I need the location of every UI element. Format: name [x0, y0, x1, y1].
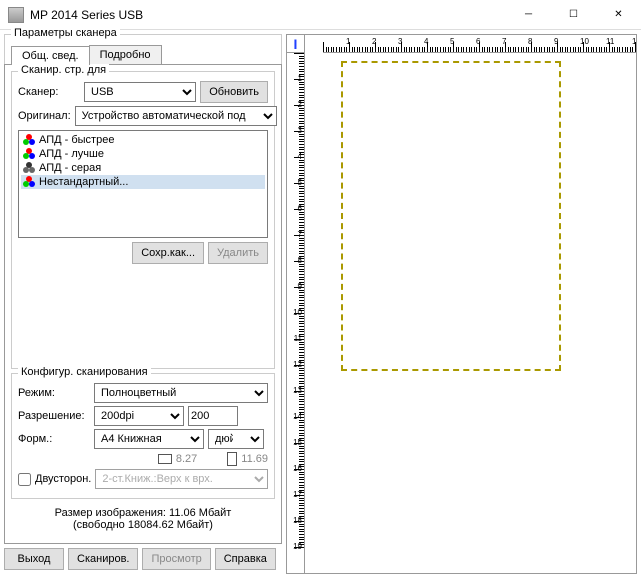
preset-item[interactable]: АПД - быстрее — [21, 133, 265, 147]
window-title: MP 2014 Series USB — [30, 8, 506, 22]
resolution-select[interactable]: 200dpi — [94, 406, 184, 426]
preset-item[interactable]: АПД - серая — [21, 161, 265, 175]
preset-list[interactable]: АПД - быстрее АПД - лучше АПД - серая Неста… — [18, 130, 268, 238]
tab-content: Сканир. стр. для Сканер: USB Обновить Ор… — [4, 64, 282, 544]
scan-page-group: Сканир. стр. для Сканер: USB Обновить Ор… — [11, 71, 275, 369]
app-icon — [8, 7, 24, 23]
titlebar: MP 2014 Series USB ─ ☐ ✕ — [0, 0, 641, 30]
scan-config-title: Конфигур. сканирования — [18, 366, 151, 378]
image-size-info: Размер изображения: 11.06 Мбайт (свободн… — [11, 507, 275, 531]
scan-button[interactable]: Сканиров. — [68, 548, 138, 570]
width-value: 8.27 — [176, 453, 197, 465]
duplex-label: Двусторон. — [35, 473, 91, 485]
resolution-input[interactable] — [188, 406, 238, 426]
format-label: Форм.: — [18, 433, 90, 445]
mode-select[interactable]: Полноцветный — [94, 383, 268, 403]
height-icon — [227, 452, 237, 466]
tab-detail[interactable]: Подробно — [89, 45, 162, 64]
mode-label: Режим: — [18, 387, 90, 399]
height-value: 11.69 — [241, 453, 268, 465]
exit-button[interactable]: Выход — [4, 548, 64, 570]
ruler-vertical: 12345678910111213141516171819 — [287, 53, 305, 573]
preset-label: Нестандартный... — [39, 176, 128, 188]
help-button[interactable]: Справка — [215, 548, 276, 570]
close-button[interactable]: ✕ — [596, 0, 641, 30]
selection-rect[interactable] — [341, 61, 561, 371]
original-select[interactable]: Устройство автоматической под — [75, 106, 277, 126]
color-icon — [23, 176, 35, 188]
preview-panel: I 123456789101112 1234567891011121314151… — [286, 34, 637, 574]
preset-label: АПД - лучше — [39, 148, 104, 160]
scanner-params-title: Параметры сканера — [11, 27, 120, 39]
preset-item[interactable]: АПД - лучше — [21, 147, 265, 161]
minimize-button[interactable]: ─ — [506, 0, 551, 30]
original-label: Оригинал: — [18, 110, 71, 122]
preset-label: АПД - быстрее — [39, 134, 114, 146]
save-as-button[interactable]: Сохр.как... — [132, 242, 204, 264]
preset-label: АПД - серая — [39, 162, 101, 174]
preview-canvas[interactable] — [305, 53, 636, 573]
delete-button[interactable]: Удалить — [208, 242, 268, 264]
preset-item[interactable]: Нестандартный... — [21, 175, 265, 189]
scan-config-group: Конфигур. сканирования Режим: Полноцветн… — [11, 373, 275, 499]
format-select[interactable]: A4 Книжная — [94, 429, 204, 449]
width-icon — [158, 454, 172, 464]
unit-select[interactable]: дюйм — [208, 429, 264, 449]
ruler-horizontal: 123456789101112 — [323, 35, 636, 53]
tab-general[interactable]: Общ. свед. — [11, 46, 90, 65]
preview-button[interactable]: Просмотр — [142, 548, 210, 570]
bottom-buttons: Выход Сканиров. Просмотр Справка — [4, 544, 282, 574]
duplex-checkbox[interactable] — [18, 473, 31, 486]
text-cursor-icon: I — [294, 36, 298, 52]
color-icon — [23, 148, 35, 160]
resolution-label: Разрешение: — [18, 410, 90, 422]
color-icon — [23, 162, 35, 174]
scan-page-title: Сканир. стр. для — [18, 64, 109, 76]
refresh-button[interactable]: Обновить — [200, 81, 268, 103]
scanner-select[interactable]: USB — [84, 82, 196, 102]
scanner-label: Сканер: — [18, 86, 80, 98]
duplex-select: 2-ст.Книж.:Верх к врх. — [95, 469, 268, 489]
scanner-params-group: Параметры сканера Общ. свед. Подробно — [4, 34, 282, 64]
color-icon — [23, 134, 35, 146]
maximize-button[interactable]: ☐ — [551, 0, 596, 30]
